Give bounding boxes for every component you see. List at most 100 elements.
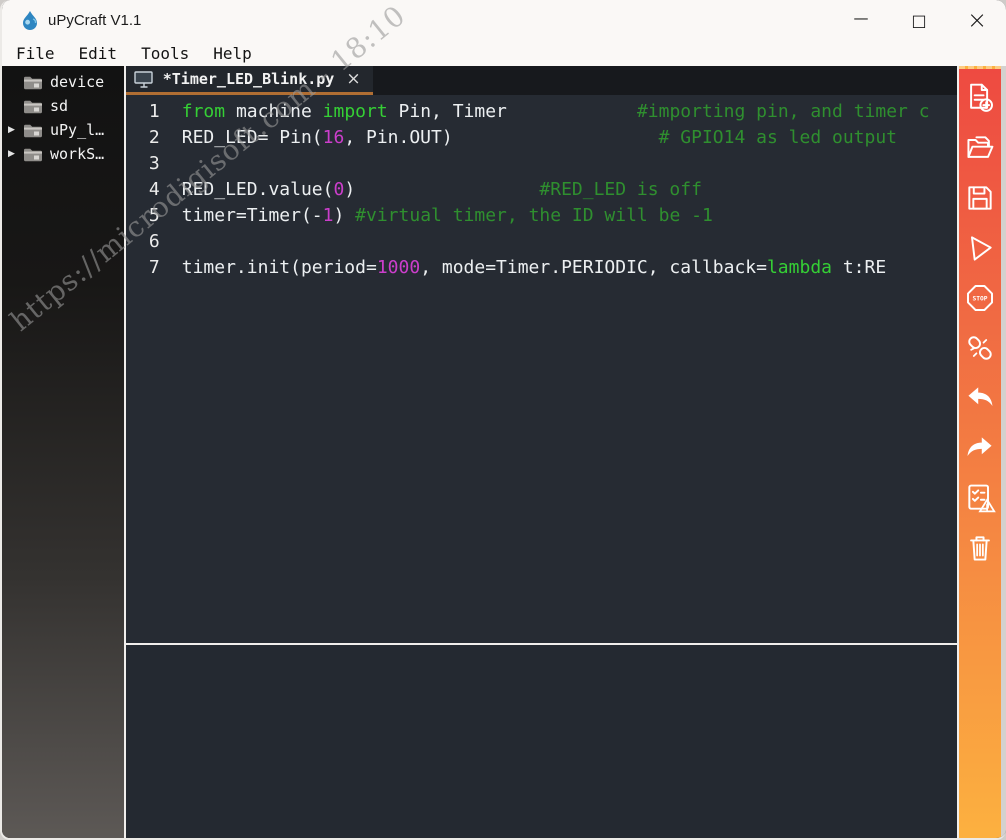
- code-line: 6: [134, 229, 957, 255]
- tab-close-icon[interactable]: ×: [346, 70, 360, 88]
- line-number: 1: [148, 101, 160, 122]
- code-segment: t:RE: [832, 257, 887, 278]
- close-icon: ×: [966, 6, 988, 34]
- code-segment: 1000: [376, 257, 421, 278]
- menu-item-help[interactable]: Help: [213, 44, 252, 63]
- code-segment: RED_LED.value(: [181, 179, 334, 200]
- code-segment: #importing pin, and timer c: [636, 101, 930, 122]
- close-button[interactable]: ×: [948, 0, 1006, 40]
- code-segment: 16: [322, 127, 345, 148]
- file-tree: device sd ▶ uPy_l… ▶ workS…: [2, 66, 124, 838]
- code-segment: # GPIO14 as led output: [658, 127, 898, 148]
- folder-icon: [23, 99, 43, 114]
- connect-serial-button[interactable]: [959, 323, 1001, 373]
- tab-bar: *Timer_LED_Blink.py ×: [125, 66, 958, 95]
- code-line: 5 timer=Timer(-1) #virtual timer, the ID …: [134, 203, 957, 229]
- syntax-check-icon: [964, 482, 996, 514]
- save-file-button[interactable]: [959, 173, 1001, 223]
- code-segment: ): [333, 205, 356, 226]
- save-file-icon: [964, 182, 996, 214]
- stop-button[interactable]: STOP: [959, 273, 1001, 323]
- minimize-button[interactable]: —: [832, 0, 890, 40]
- code-segment: timer.init(period=: [181, 257, 377, 278]
- code-line: 2 RED_LED= Pin(16, Pin.OUT) # GPIO14 as l…: [134, 125, 957, 151]
- new-file-icon: [964, 82, 996, 114]
- console-panel[interactable]: [125, 645, 958, 838]
- code-segment: machine: [225, 101, 323, 122]
- menu-item-tools[interactable]: Tools: [141, 44, 189, 63]
- redo-icon: [964, 432, 996, 464]
- code-segment: from: [181, 101, 226, 122]
- code-segment: #virtual timer, the ID will be -1: [355, 205, 713, 226]
- code-segment: Pin, Timer: [387, 101, 507, 122]
- code-line: 7 timer.init(period=1000, mode=Timer.PERI…: [134, 255, 957, 281]
- code-segment: lambda: [766, 257, 832, 278]
- app-logo-icon: [20, 10, 40, 30]
- open-file-button[interactable]: [959, 123, 1001, 173]
- tree-item-label: workS…: [50, 145, 105, 163]
- line-number: 7: [148, 257, 160, 278]
- code-editor[interactable]: 1 from machine import Pin, Timer #importi…: [125, 95, 958, 643]
- stop-icon: STOP: [964, 282, 996, 314]
- tree-item-label: uPy_l…: [50, 121, 105, 139]
- code-line: 4 RED_LED.value(0) #RED_LED is off: [134, 177, 957, 203]
- maximize-icon: □: [911, 10, 927, 30]
- folder-icon: [23, 75, 43, 90]
- download-run-button[interactable]: [959, 223, 1001, 273]
- code-segment: RED_LED= Pin(: [181, 127, 323, 148]
- tree-item-label: sd: [50, 97, 69, 115]
- svg-text:STOP: STOP: [973, 295, 988, 302]
- code-segment: 0: [333, 179, 345, 200]
- window-title: uPyCraft V1.1: [48, 11, 142, 29]
- line-number: 3: [148, 153, 160, 174]
- code-line: 3: [134, 151, 957, 177]
- maximize-button[interactable]: □: [890, 0, 948, 40]
- code-segment: , mode=Timer.PERIODIC, callback=: [420, 257, 767, 278]
- tab-timer-led-blink[interactable]: *Timer_LED_Blink.py ×: [125, 66, 373, 95]
- redo-button[interactable]: [959, 423, 1001, 473]
- main-area: device sd ▶ uPy_l… ▶ workS… *Timer_LED_Blink.…: [2, 66, 1006, 838]
- window-edge: [1001, 66, 1006, 838]
- undo-icon: [964, 382, 996, 414]
- code-segment: ): [344, 179, 356, 200]
- syntax-check-button[interactable]: [959, 473, 1001, 523]
- tree-item-device[interactable]: device: [2, 70, 124, 94]
- connect-serial-icon: [964, 332, 996, 364]
- code-segment: timer=Timer(-: [181, 205, 323, 226]
- tree-item-works[interactable]: ▶ workS…: [2, 142, 124, 166]
- code-segment: import: [322, 101, 388, 122]
- minimize-icon: —: [853, 9, 869, 27]
- monitor-icon: [134, 70, 154, 88]
- folder-icon: [23, 123, 43, 138]
- expand-arrow-icon[interactable]: ▶: [8, 125, 23, 135]
- new-file-button[interactable]: [959, 73, 1001, 123]
- title-bar: uPyCraft V1.1 — □ ×: [2, 0, 1006, 40]
- line-number: 4: [148, 179, 160, 200]
- download-run-icon: [964, 232, 996, 264]
- undo-button[interactable]: [959, 373, 1001, 423]
- tree-item-sd[interactable]: sd: [2, 94, 124, 118]
- screenshot-root: uPyCraft V1.1 — □ × File Edit Tools Help devi…: [0, 0, 1006, 840]
- code-segment: #RED_LED is off: [539, 179, 702, 200]
- code-segment: , Pin.OUT): [344, 127, 453, 148]
- code-line: 1 from machine import Pin, Timer #importi…: [134, 99, 957, 125]
- folder-icon: [23, 147, 43, 162]
- app-window: uPyCraft V1.1 — □ × File Edit Tools Help devi…: [0, 0, 1006, 840]
- line-number: 2: [148, 127, 160, 148]
- menu-item-edit[interactable]: Edit: [79, 44, 118, 63]
- expand-arrow-icon[interactable]: ▶: [8, 149, 23, 159]
- menu-item-file[interactable]: File: [16, 44, 55, 63]
- tree-item-upyl[interactable]: ▶ uPy_l…: [2, 118, 124, 142]
- window-controls: — □ ×: [832, 0, 1006, 40]
- toolbar: STOP: [959, 66, 1002, 838]
- open-file-icon: [964, 132, 996, 164]
- clear-console-icon: [964, 532, 996, 564]
- editor-column: *Timer_LED_Blink.py × 1 from machine impo…: [125, 66, 958, 838]
- code-segment: 1: [322, 205, 334, 226]
- line-number: 6: [148, 231, 160, 252]
- clear-console-button[interactable]: [959, 523, 1001, 573]
- line-number: 5: [148, 205, 160, 226]
